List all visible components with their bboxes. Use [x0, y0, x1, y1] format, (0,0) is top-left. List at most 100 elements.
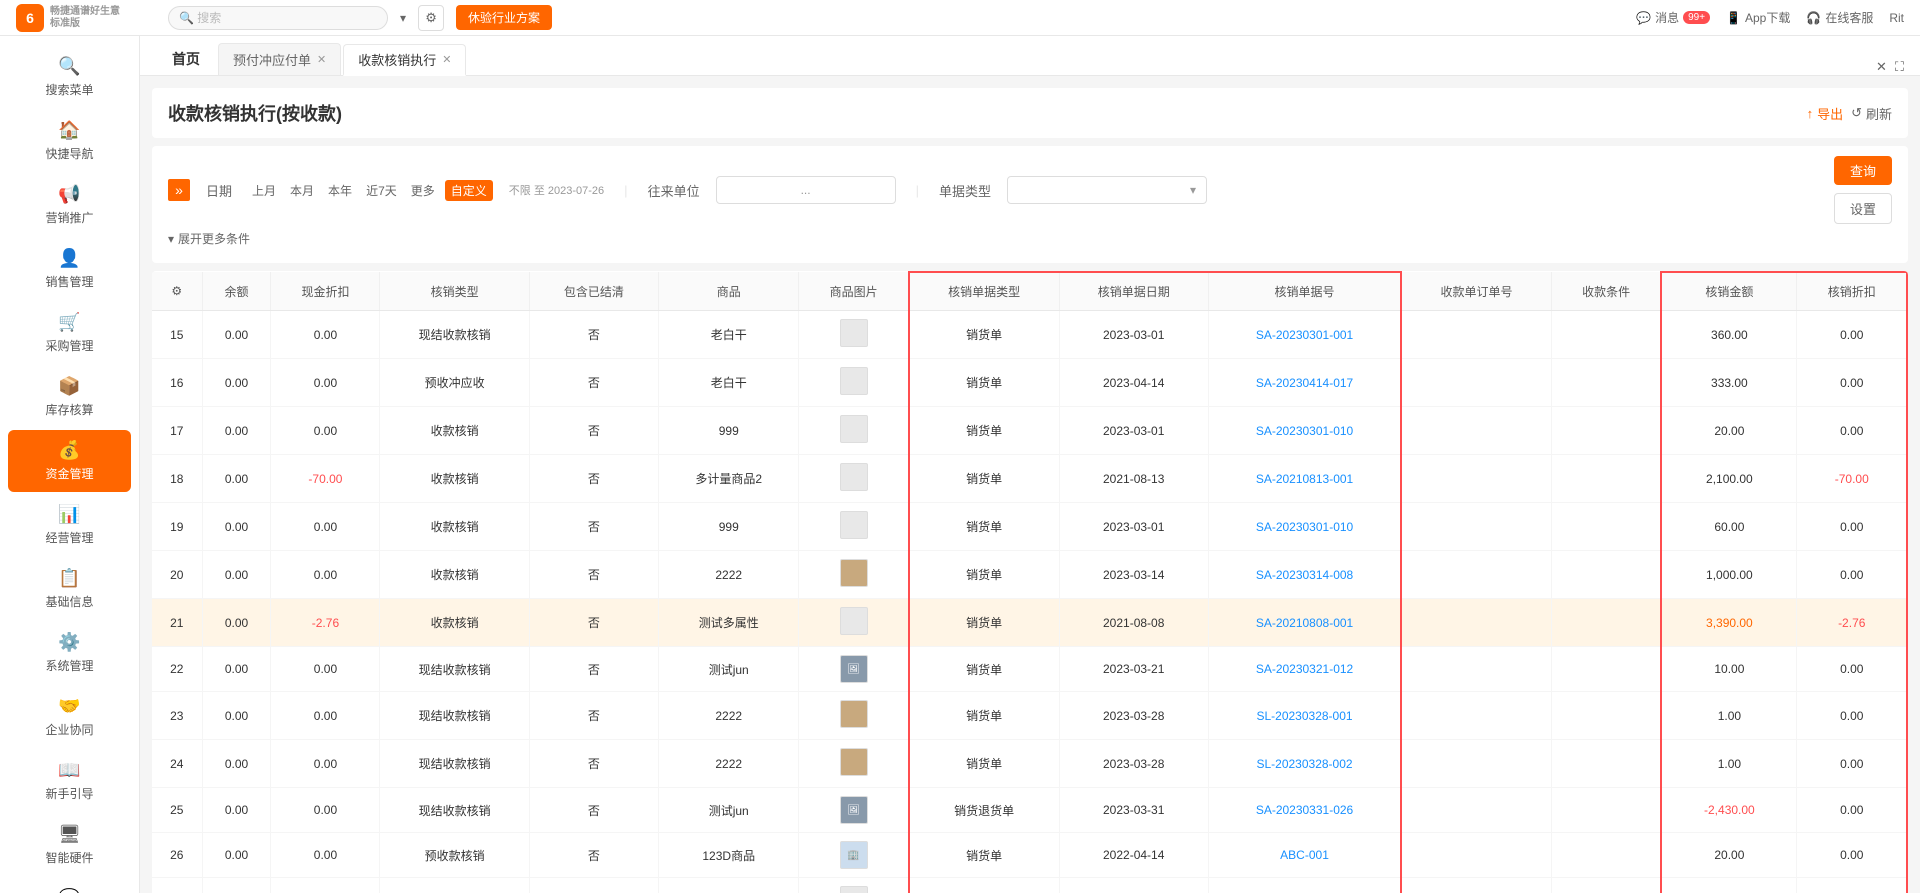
cell-verify_bill_no[interactable]: SA-20230321-012 [1208, 647, 1401, 692]
close-window-icon[interactable]: ✕ [1876, 59, 1887, 75]
cell-goods_image [799, 359, 909, 407]
cell-verify_bill_no[interactable]: SA-20230301-001 [1208, 311, 1401, 359]
logo-icon: 6 [16, 4, 44, 32]
cell-include_settled: 否 [529, 407, 658, 455]
cell-verify_bill_no[interactable]: SA-20230314-008 [1208, 551, 1401, 599]
sidebar-item-operations[interactable]: 📊经营管理 [8, 494, 131, 556]
cell-verify_type: 现结收款核销 [380, 311, 529, 359]
cell-verify_bill_no[interactable]: SA-20210808-001 [1208, 599, 1401, 647]
cell-no: 23 [152, 692, 202, 740]
last-month-btn[interactable]: 上月 [248, 180, 280, 201]
cell-no: 27 [152, 878, 202, 893]
sidebar-item-cooperation[interactable]: 🤝企业协同 [8, 686, 131, 748]
cell-verify_bill_no[interactable]: SL-20230328-002 [1208, 740, 1401, 788]
cell-receipt_condition [1551, 311, 1661, 359]
sidebar-item-search-menu[interactable]: 🔍搜索菜单 [8, 46, 131, 108]
inventory-icon: 📦 [58, 376, 80, 397]
cell-verify_discount: 0.00 [1797, 311, 1907, 359]
cell-verify_bill_no[interactable]: SA-20230301-010 [1208, 407, 1401, 455]
cell-verify_amount: 360.00 [1661, 311, 1797, 359]
sidebar-item-wechat[interactable]: 💬企业微信 [8, 878, 131, 893]
refresh-button[interactable]: ↺ 刷新 [1851, 104, 1892, 123]
cell-verify_bill_no[interactable]: ABC-001 [1208, 833, 1401, 878]
export-button[interactable]: ↑ 导出 [1807, 104, 1844, 123]
cell-receipt_order_no [1401, 833, 1551, 878]
cell-verify_bill_type: 销货单 [909, 359, 1059, 407]
cell-receipt_order_no [1401, 455, 1551, 503]
page-title: 收款核销执行(按收款) [168, 100, 342, 126]
cell-verify_bill_date: 2023-04-14 [1059, 359, 1208, 407]
cell-verify_type: 现结收款核销 [380, 788, 529, 833]
sidebar-item-sales[interactable]: 👤销售管理 [8, 238, 131, 300]
online-service-btn[interactable]: 🎧 在线客服 [1806, 9, 1873, 26]
sidebar-item-purchase[interactable]: 🛒采购管理 [8, 302, 131, 364]
sidebar-item-quick-nav[interactable]: 🏠快捷导航 [8, 110, 131, 172]
last-7-days-btn[interactable]: 近7天 [362, 180, 401, 201]
col-header-balance: 余额 [202, 272, 271, 311]
sidebar-item-system[interactable]: ⚙️系统管理 [8, 622, 131, 684]
cell-verify_bill_no[interactable]: SA-20230414-017 [1208, 359, 1401, 407]
cell-verify_bill_no[interactable]: SL-20230328-001 [1208, 692, 1401, 740]
cell-cash_discount: 0.00 [271, 788, 380, 833]
sidebar-item-finance[interactable]: 💰资金管理 [8, 430, 131, 492]
cell-verify_bill_no[interactable]: SL-20230408-001 [1208, 878, 1401, 893]
sidebar-item-guide[interactable]: 📖新手引导 [8, 750, 131, 812]
filter-bar: » 日期 上月 本月 本年 近7天 更多 自定义 不限 至 2023-07-26 [152, 146, 1908, 263]
col-header-goods: 商品 [659, 272, 799, 311]
col-header-goods_image: 商品图片 [799, 272, 909, 311]
sidebar-item-marketing[interactable]: 📢营销推广 [8, 174, 131, 236]
cell-verify_type: 收款核销 [380, 455, 529, 503]
tab-prepayment[interactable]: 预付冲应付单 ✕ [218, 43, 341, 75]
top-bar: 6 畅捷通谱好生意 标准版 🔍 搜索 ▾ ⚙ 休验行业方案 💬 消息 99+ 📱… [0, 0, 1920, 36]
message-icon: 💬 [1636, 11, 1651, 25]
tab-close-1[interactable]: ✕ [317, 53, 326, 66]
sidebar-item-basic-info[interactable]: 📋基础信息 [8, 558, 131, 620]
voucher-type-label: 单据类型 [939, 181, 991, 200]
cell-include_settled: 否 [529, 311, 658, 359]
cell-cash_discount: 0.00 [271, 503, 380, 551]
cell-verify_bill_date: 2023-03-28 [1059, 692, 1208, 740]
expand-btn[interactable]: » [168, 179, 190, 201]
page-content: 收款核销执行(按收款) ↑ 导出 ↺ 刷新 » [140, 76, 1920, 893]
cell-balance: 0.00 [202, 311, 271, 359]
cell-goods_image [799, 551, 909, 599]
voucher-type-select[interactable]: ▾ [1007, 176, 1207, 204]
custom-btn[interactable]: 自定义 [445, 180, 493, 201]
cell-cash_discount: 0.00 [271, 647, 380, 692]
cell-verify_bill_no[interactable]: SA-20230331-026 [1208, 788, 1401, 833]
tab-close-2[interactable]: ✕ [442, 53, 451, 66]
more-btn[interactable]: 更多 [407, 180, 439, 201]
app-download-btn[interactable]: 📱 App下载 [1726, 9, 1790, 26]
cell-balance: 0.00 [202, 503, 271, 551]
expand-more-btn[interactable]: ▾ 展开更多条件 [168, 224, 1892, 253]
sidebar-item-inventory[interactable]: 📦库存核算 [8, 366, 131, 428]
cell-cash_discount: 0.00 [271, 740, 380, 788]
query-button[interactable]: 查询 [1834, 156, 1892, 185]
tab-receipt-verify[interactable]: 收款核销执行 ✕ [343, 44, 466, 76]
cell-receipt_condition [1551, 503, 1661, 551]
date-shortcuts: 上月 本月 本年 近7天 更多 自定义 [248, 180, 493, 201]
dropdown-btn[interactable]: ▾ [400, 11, 406, 25]
from-unit-input[interactable]: ... [716, 176, 896, 204]
this-month-btn[interactable]: 本月 [286, 180, 318, 201]
search-bar[interactable]: 🔍 搜索 [168, 6, 388, 30]
cell-verify_bill_date: 2023-04-08 [1059, 878, 1208, 893]
expand-icon[interactable]: ⛶ [1895, 59, 1904, 75]
settings-icon[interactable]: ⚙ [418, 5, 444, 31]
this-year-btn[interactable]: 本年 [324, 180, 356, 201]
cell-goods_image: 🖼 [799, 647, 909, 692]
industry-button[interactable]: 休验行业方案 [456, 5, 552, 30]
tab-home[interactable]: 首页 [156, 43, 216, 75]
table-header: ⚙余额现金折扣核销类型包含已结清商品商品图片核销单据类型核销单据日期核销单据号收… [152, 272, 1907, 311]
setting-button[interactable]: 设置 [1834, 193, 1892, 224]
sales-icon: 👤 [58, 248, 80, 269]
cell-no: 26 [152, 833, 202, 878]
cell-verify_bill_no[interactable]: SA-20230301-010 [1208, 503, 1401, 551]
cell-verify_bill_date: 2021-08-08 [1059, 599, 1208, 647]
cell-verify_bill_type: 销货单 [909, 503, 1059, 551]
sidebar-item-hardware[interactable]: 🖥智能硬件 [8, 814, 131, 876]
notification-btn[interactable]: 💬 消息 99+ [1636, 9, 1710, 26]
product-image: 🖼 [840, 796, 868, 824]
user-name[interactable]: Rit [1889, 11, 1904, 25]
cell-verify_bill_no[interactable]: SA-20210813-001 [1208, 455, 1401, 503]
